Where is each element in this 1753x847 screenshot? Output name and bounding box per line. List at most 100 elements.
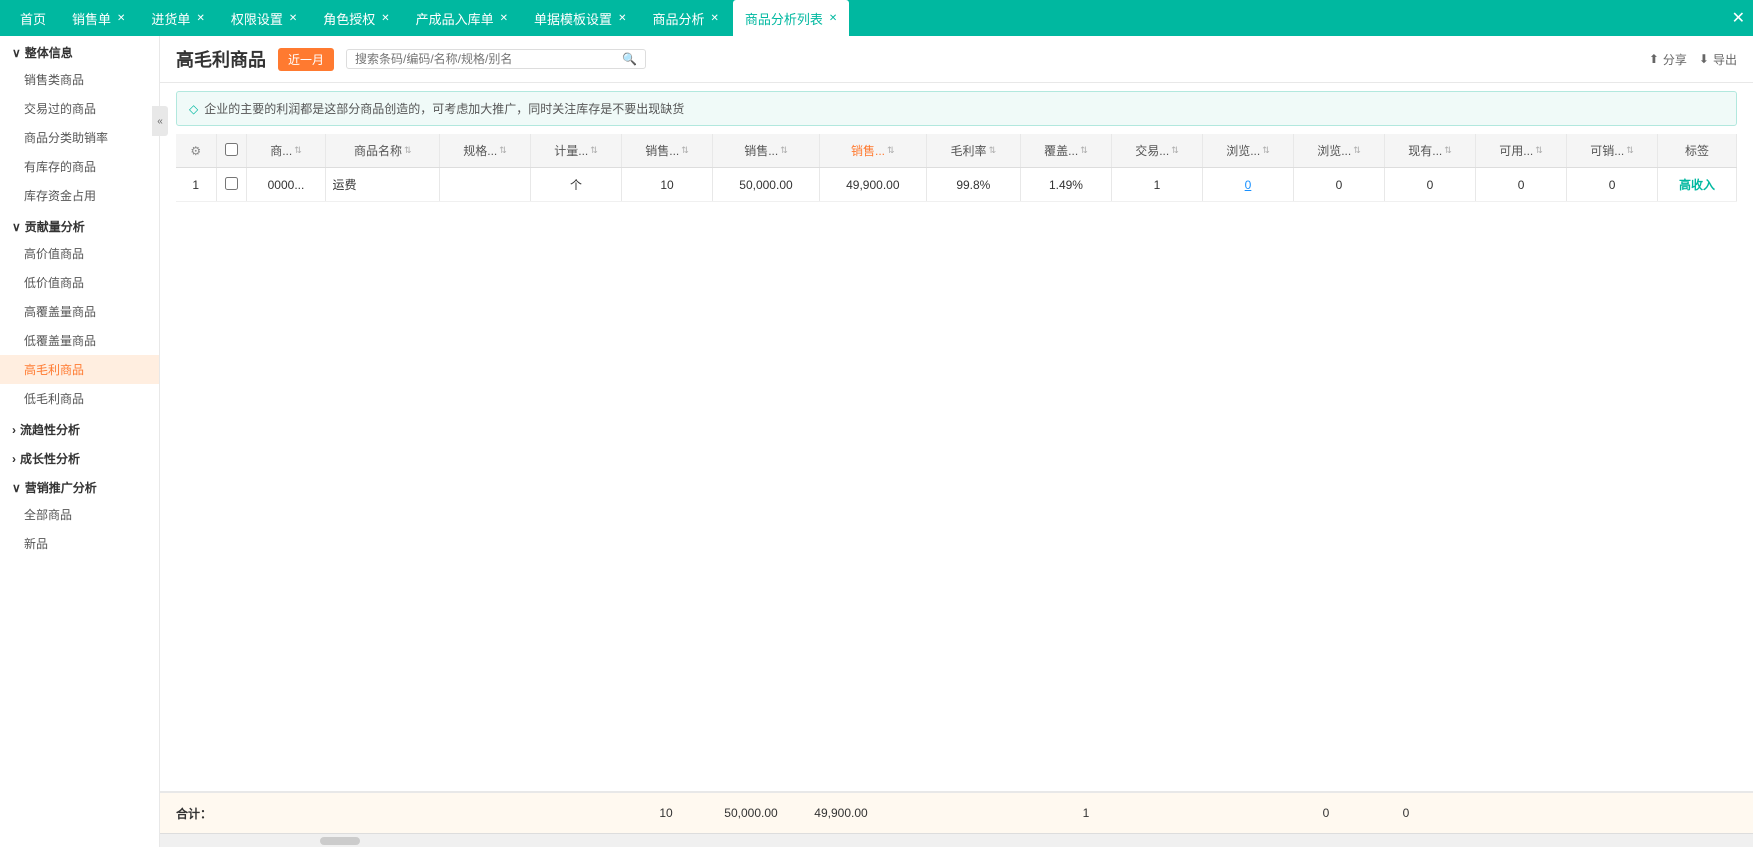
horizontal-scrollbar[interactable] (160, 833, 1753, 847)
row-name: 运费 (326, 168, 440, 202)
filter-recent-month-button[interactable]: 近一月 (278, 48, 334, 71)
search-icon[interactable]: 🔍 (622, 52, 637, 66)
sidebar-item-low-value[interactable]: 低价值商品 (0, 268, 159, 297)
sales-cost-col-header: 销售... ⇅ (819, 134, 926, 168)
sort-icon[interactable]: ⇅ (499, 145, 507, 156)
row-available-stock: 0 (1476, 168, 1567, 202)
footer-label: 合计： (176, 805, 296, 822)
chevron-down-icon: ∨ (12, 481, 21, 495)
close-icon[interactable]: ✕ (117, 13, 125, 24)
main-layout: ∨ 整体信息 销售类商品 交易过的商品 商品分类助销率 有库存的商品 库存资金占… (0, 36, 1753, 847)
info-icon: ◇ (189, 102, 198, 116)
close-icon[interactable]: ✕ (381, 13, 389, 24)
current-stock-col-header: 现有... ⇅ (1385, 134, 1476, 168)
top-navigation: 首页 销售单 ✕ 进货单 ✕ 权限设置 ✕ 角色授权 ✕ 产成品入库单 ✕ 单据… (0, 0, 1753, 36)
sort-icon[interactable]: ⇅ (1626, 145, 1634, 156)
sidebar-item-high-coverage[interactable]: 高覆盖量商品 (0, 297, 159, 326)
close-icon[interactable]: ✕ (289, 13, 297, 24)
sidebar-item-low-coverage[interactable]: 低覆盖量商品 (0, 326, 159, 355)
tab-sales[interactable]: 销售单 ✕ (60, 0, 137, 36)
content-header: 高毛利商品 近一月 🔍 ⬆ 分享 ⬇ 导出 (160, 36, 1753, 83)
sidebar-item-category-rate[interactable]: 商品分类助销率 (0, 123, 159, 152)
tab-permissions[interactable]: 权限设置 ✕ (219, 0, 309, 36)
sort-icon[interactable]: ⇅ (681, 145, 689, 156)
sort-icon[interactable]: ⇅ (780, 145, 788, 156)
sort-icon[interactable]: ⇅ (1262, 145, 1270, 156)
tab-purchase[interactable]: 进货单 ✕ (139, 0, 216, 36)
select-all-checkbox[interactable] (225, 143, 238, 156)
row-select-checkbox[interactable] (225, 177, 238, 190)
sort-icon[interactable]: ⇅ (1535, 145, 1543, 156)
sidebar-item-high-value[interactable]: 高价值商品 (0, 239, 159, 268)
close-icon[interactable]: ✕ (618, 13, 626, 24)
sidebar-item-traded-products[interactable]: 交易过的商品 (0, 94, 159, 123)
row-sales-amount: 50,000.00 (713, 168, 820, 202)
close-icon[interactable]: ✕ (196, 13, 204, 24)
footer-sales-qty: 10 (626, 806, 706, 820)
close-icon[interactable]: ✕ (500, 13, 508, 24)
sidebar-item-sales-products[interactable]: 销售类商品 (0, 65, 159, 94)
row-sales-qty: 10 (622, 168, 713, 202)
export-button[interactable]: ⬇ 导出 (1699, 51, 1737, 68)
sort-icon[interactable]: ⇅ (989, 145, 997, 156)
sidebar-item-in-stock[interactable]: 有库存的商品 (0, 152, 159, 181)
close-icon[interactable]: ✕ (710, 13, 718, 24)
row-sales-cost: 49,900.00 (819, 168, 926, 202)
row-index: 1 (176, 168, 216, 202)
sidebar-item-stock-capital[interactable]: 库存资金占用 (0, 181, 159, 210)
row-view2: 0 (1294, 168, 1385, 202)
row-gross-margin: 99.8% (926, 168, 1020, 202)
footer-current-stock: 0 (1286, 806, 1366, 820)
sort-icon[interactable]: ⇅ (1080, 145, 1088, 156)
sort-icon[interactable]: ⇅ (1444, 145, 1452, 156)
close-icon[interactable]: ✕ (829, 13, 837, 24)
table-header-row: ⚙ 商... ⇅ 商品名称 (176, 134, 1737, 168)
settings-icon[interactable]: ⚙ (190, 144, 201, 158)
sidebar-group-trend[interactable]: › 流趋性分析 (0, 413, 159, 442)
unit-col-header: 计量... ⇅ (531, 134, 622, 168)
sidebar-item-all-products[interactable]: 全部商品 (0, 500, 159, 529)
sidebar-group-overall[interactable]: ∨ 整体信息 (0, 36, 159, 65)
sidebar-group-growth[interactable]: › 成长性分析 (0, 442, 159, 471)
tag-col-header: 标签 (1658, 134, 1737, 168)
tab-product-analysis-list[interactable]: 商品分析列表 ✕ (733, 0, 849, 36)
sort-icon[interactable]: ⇅ (887, 145, 895, 156)
sort-icon[interactable]: ⇅ (1353, 145, 1361, 156)
sort-icon[interactable]: ⇅ (404, 145, 412, 156)
window-close-button[interactable]: ✕ (1732, 8, 1745, 28)
sidebar-item-high-margin[interactable]: 高毛利商品 (0, 355, 159, 384)
sidebar-item-new-products[interactable]: 新品 (0, 529, 159, 558)
tab-product-analysis[interactable]: 商品分析 ✕ (640, 0, 730, 36)
info-banner: ◇ 企业的主要的利润都是这部分商品创造的，可考虑加大推广，同时关注库存是不要出现… (176, 91, 1737, 126)
page-title: 高毛利商品 (176, 46, 266, 72)
tab-roles[interactable]: 角色授权 ✕ (311, 0, 401, 36)
name-col-header: 商品名称 ⇅ (326, 134, 440, 168)
sales-amount-col-header: 销售... ⇅ (713, 134, 820, 168)
search-input[interactable] (355, 52, 618, 66)
share-icon: ⬆ (1649, 52, 1659, 66)
chevron-down-icon: ∨ (12, 46, 21, 60)
sidebar-group-contribution[interactable]: ∨ 贡献量分析 (0, 210, 159, 239)
row-tag: 高收入 (1658, 168, 1737, 202)
sidebar-item-low-margin[interactable]: 低毛利商品 (0, 384, 159, 413)
row-spec (440, 168, 531, 202)
share-button[interactable]: ⬆ 分享 (1649, 51, 1687, 68)
sort-icon[interactable]: ⇅ (294, 145, 302, 156)
checkbox-col-header[interactable] (216, 134, 246, 168)
tab-template[interactable]: 单据模板设置 ✕ (522, 0, 638, 36)
tab-inbound[interactable]: 产成品入库单 ✕ (404, 0, 520, 36)
chevron-right-icon: › (12, 452, 16, 466)
row-view1[interactable]: 0 (1202, 168, 1293, 202)
settings-col-header[interactable]: ⚙ (176, 134, 216, 168)
export-icon: ⬇ (1699, 52, 1709, 66)
sidebar-collapse-button[interactable]: « (152, 106, 168, 136)
sort-icon[interactable]: ⇅ (1171, 145, 1179, 156)
row-coverage: 1.49% (1020, 168, 1111, 202)
sidebar-group-marketing[interactable]: ∨ 营销推广分析 (0, 471, 159, 500)
row-sellable: 0 (1567, 168, 1658, 202)
tab-home[interactable]: 首页 (8, 0, 58, 36)
sidebar: ∨ 整体信息 销售类商品 交易过的商品 商品分类助销率 有库存的商品 库存资金占… (0, 36, 160, 847)
row-checkbox[interactable] (216, 168, 246, 202)
row-trade: 1 (1111, 168, 1202, 202)
sort-icon[interactable]: ⇅ (590, 145, 598, 156)
